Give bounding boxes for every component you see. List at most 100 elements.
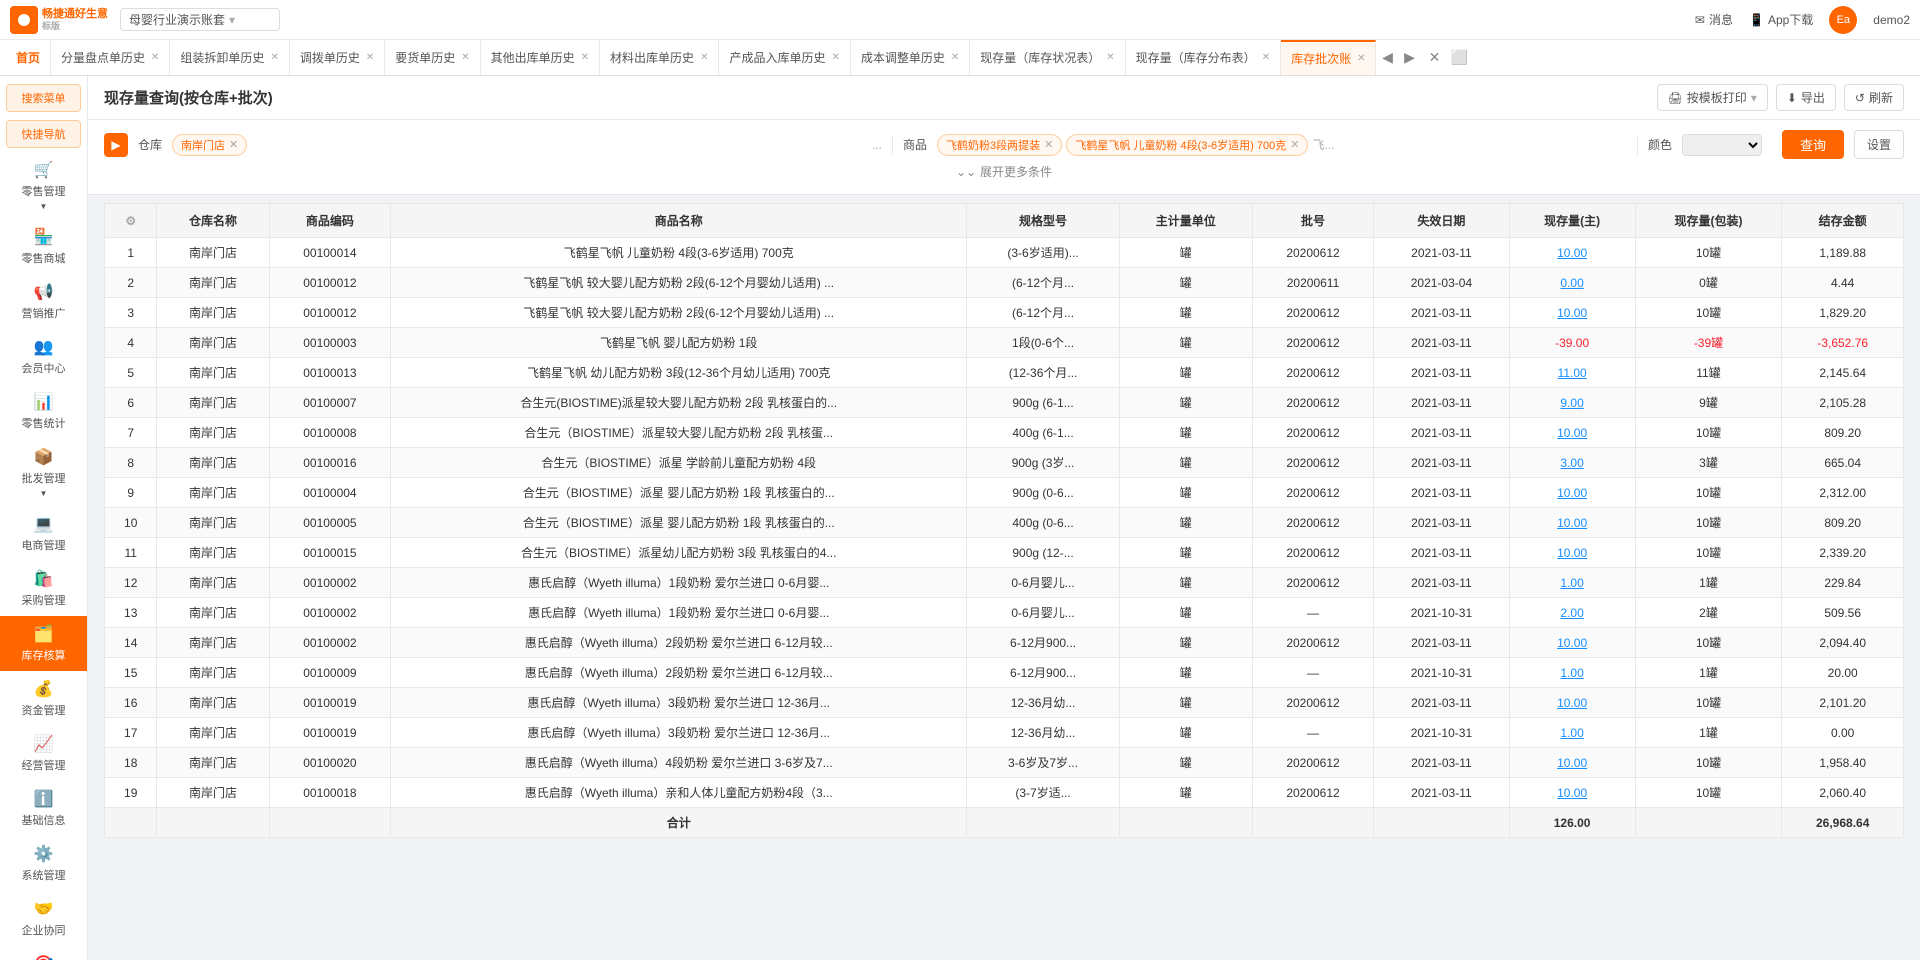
settings-button[interactable]: 设置 [1854, 130, 1904, 159]
refresh-button[interactable]: ↺ 刷新 [1844, 84, 1904, 111]
row-unit: 罐 [1119, 478, 1252, 508]
tab-prev-button[interactable]: ◀ [1376, 40, 1398, 76]
tab-transfer[interactable]: 调拨单历史 ✕ [290, 40, 385, 76]
tab-demand[interactable]: 要货单历史 ✕ [385, 40, 480, 76]
row-qty-pkg: -39罐 [1635, 328, 1782, 358]
filter-expand-button[interactable]: ▶ [104, 133, 128, 157]
close-icon[interactable]: ✕ [581, 52, 589, 63]
color-select[interactable] [1682, 134, 1762, 156]
row-qty-main[interactable]: 10.00 [1509, 688, 1635, 718]
sidebar-item-ecommerce[interactable]: 💻 电商管理 [0, 506, 87, 561]
row-qty-main[interactable]: -39.00 [1509, 328, 1635, 358]
sidebar-item-stats[interactable]: 📊 零售统计 [0, 384, 87, 439]
sidebar-item-wholesale[interactable]: 📦 批发管理 ▼ [0, 439, 87, 506]
row-warehouse: 南岸门店 [157, 508, 269, 538]
logo-subtitle: 标版 [42, 21, 108, 32]
tab-batch-voucher[interactable]: 库存批次账 ✕ [1281, 40, 1376, 76]
tab-cost-adjust[interactable]: 成本调整单历史 ✕ [851, 40, 970, 76]
sidebar-item-marketing[interactable]: 📢 营销推广 [0, 274, 87, 329]
sidebar-item-basic[interactable]: ℹ️ 基础信息 [0, 781, 87, 836]
row-warehouse: 南岸门店 [157, 268, 269, 298]
row-qty-main[interactable]: 10.00 [1509, 778, 1635, 808]
product-tag-2-close[interactable]: ✕ [1290, 138, 1299, 151]
row-name: 飞鹤星飞帆 儿童奶粉 4段(3-6岁适用) 700克 [391, 238, 967, 268]
row-amount: 509.56 [1782, 598, 1904, 628]
row-qty-main[interactable]: 2.00 [1509, 598, 1635, 628]
close-icon[interactable]: ✕ [1262, 52, 1270, 63]
sidebar-item-system[interactable]: ⚙️ 系统管理 [0, 836, 87, 891]
message-label: 消息 [1709, 11, 1733, 28]
sidebar-item-purchase[interactable]: 🛍️ 采购管理 [0, 561, 87, 616]
enterprise-icon: 🤝 [34, 899, 54, 919]
close-icon[interactable]: ✕ [270, 52, 278, 63]
quick-nav-button[interactable]: 快捷导航 [6, 120, 81, 148]
col-settings[interactable]: ⚙ [105, 204, 157, 238]
sidebar-item-finance[interactable]: 💰 资金管理 [0, 671, 87, 726]
row-qty-main[interactable]: 1.00 [1509, 568, 1635, 598]
close-icon[interactable]: ✕ [366, 52, 374, 63]
tab-material-out[interactable]: 材料出库单历史 ✕ [600, 40, 719, 76]
query-button[interactable]: 查询 [1782, 130, 1844, 159]
row-qty-main[interactable]: 10.00 [1509, 508, 1635, 538]
close-icon[interactable]: ✕ [1106, 52, 1114, 63]
row-batch: 20200611 [1252, 268, 1374, 298]
row-qty-main[interactable]: 11.00 [1509, 358, 1635, 388]
close-icon[interactable]: ✕ [461, 52, 469, 63]
sidebar-item-stock[interactable]: 🗂️ 库存核算 [0, 616, 87, 671]
row-qty-main[interactable]: 10.00 [1509, 478, 1635, 508]
sidebar-item-enterprise[interactable]: 🤝 企业协同 [0, 891, 87, 946]
tab-product-in-label: 产成品入库单历史 [729, 49, 825, 66]
row-qty-main[interactable]: 0.00 [1509, 268, 1635, 298]
sidebar-item-retail[interactable]: 🛒 零售管理 ▼ [0, 152, 87, 219]
sidebar-item-guide[interactable]: 🎯 新手引导 [0, 946, 87, 960]
row-qty-main[interactable]: 10.00 [1509, 538, 1635, 568]
row-qty-main[interactable]: 10.00 [1509, 238, 1635, 268]
row-code: 00100020 [269, 748, 391, 778]
tab-next-button[interactable]: ▶ [1398, 40, 1420, 76]
message-button[interactable]: ✉ 消息 [1695, 11, 1733, 28]
tab-split-stock[interactable]: 分量盘点单历史 ✕ [51, 40, 170, 76]
tab-other-out[interactable]: 其他出库单历史 ✕ [481, 40, 600, 76]
warehouse-more[interactable]: ... [872, 138, 882, 152]
row-qty-main[interactable]: 1.00 [1509, 718, 1635, 748]
top-bar-right: ✉ 消息 📱 App下载 Ea demo2 [1695, 6, 1910, 34]
sidebar-item-operation[interactable]: 📈 经营管理 [0, 726, 87, 781]
table-row: 2南岸门店00100012飞鹤星飞帆 较大婴儿配方奶粉 2段(6-12个月婴幼儿… [105, 268, 1904, 298]
tab-home[interactable]: 首页 [6, 40, 51, 76]
row-warehouse: 南岸门店 [157, 778, 269, 808]
row-qty-pkg: 3罐 [1635, 448, 1782, 478]
app-download-button[interactable]: 📱 App下载 [1749, 11, 1813, 28]
row-qty-main[interactable]: 10.00 [1509, 298, 1635, 328]
close-icon[interactable]: ✕ [151, 52, 159, 63]
row-code: 00100002 [269, 598, 391, 628]
row-qty-pkg: 10罐 [1635, 298, 1782, 328]
close-icon[interactable]: ✕ [831, 52, 839, 63]
close-icon[interactable]: ✕ [1357, 53, 1365, 64]
tab-expand-button[interactable]: ⬜ [1448, 40, 1470, 76]
row-qty-main[interactable]: 10.00 [1509, 418, 1635, 448]
close-icon[interactable]: ✕ [700, 52, 708, 63]
export-button[interactable]: ⬇ 导出 [1776, 84, 1836, 111]
row-qty-main[interactable]: 1.00 [1509, 658, 1635, 688]
expand-conditions-button[interactable]: ⌄⌄ 展开更多条件 [104, 159, 1904, 184]
tab-product-in[interactable]: 产成品入库单历史 ✕ [719, 40, 850, 76]
warehouse-tag-close[interactable]: ✕ [229, 138, 238, 151]
product-more[interactable]: 飞... [1312, 136, 1334, 153]
tab-dismantle[interactable]: 组装拆卸单历史 ✕ [170, 40, 289, 76]
tab-stock-status[interactable]: 现存量（库存状况表） ✕ [970, 40, 1125, 76]
search-menu-button[interactable]: 搜索菜单 [6, 84, 81, 112]
row-qty-main[interactable]: 10.00 [1509, 748, 1635, 778]
close-icon[interactable]: ✕ [951, 52, 959, 63]
print-button[interactable]: 🖨 按模板打印 ▾ [1657, 84, 1768, 111]
sidebar-label-basic: 基础信息 [22, 812, 66, 828]
tab-close-all-button[interactable]: ✕ [1420, 40, 1448, 76]
sidebar-item-retail-shop[interactable]: 🏪 零售商城 [0, 219, 87, 274]
sidebar-item-member[interactable]: 👥 会员中心 [0, 329, 87, 384]
store-selector[interactable]: 母婴行业演示账套 ▾ [120, 8, 280, 31]
user-avatar[interactable]: Ea [1829, 6, 1857, 34]
row-qty-main[interactable]: 9.00 [1509, 388, 1635, 418]
row-qty-main[interactable]: 10.00 [1509, 628, 1635, 658]
row-qty-main[interactable]: 3.00 [1509, 448, 1635, 478]
tab-stock-dist[interactable]: 现存量（库存分布表） ✕ [1126, 40, 1281, 76]
product-tag-1-close[interactable]: ✕ [1044, 138, 1053, 151]
